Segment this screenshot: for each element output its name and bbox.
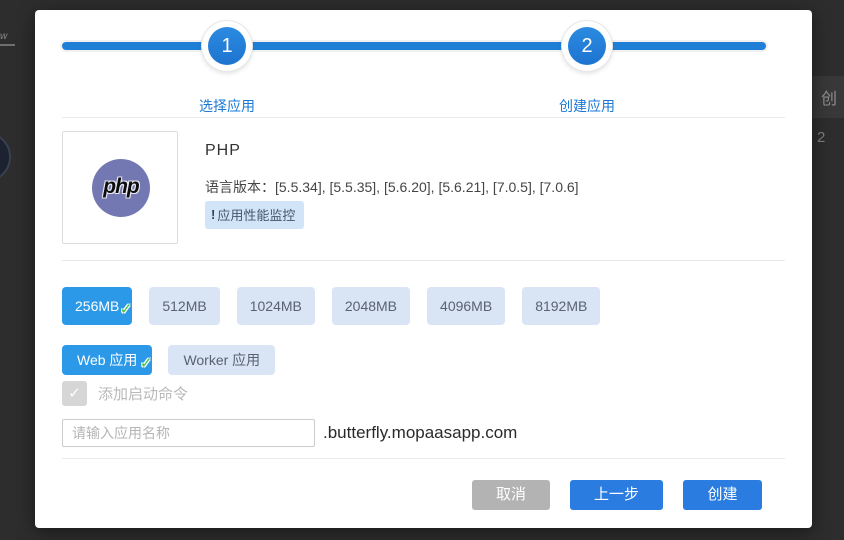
app-title: PHP	[205, 142, 241, 159]
php-logo: php	[92, 159, 150, 217]
app-type-label: Web 应用	[77, 352, 138, 368]
background-page-fragment: w	[0, 30, 15, 46]
memory-option-8192mb[interactable]: 8192MB	[522, 287, 601, 325]
background-number-fragment: 2	[817, 129, 826, 146]
step-2-circle[interactable]: 2	[561, 20, 613, 72]
background-text-fragment: 创	[821, 91, 838, 108]
previous-step-button[interactable]: 上一步	[570, 480, 663, 510]
background-logo-circle	[0, 132, 11, 182]
memory-option-512mb[interactable]: 512MB	[149, 287, 220, 325]
divider	[62, 458, 785, 459]
app-name-row: .butterfly.mopaasapp.com	[62, 419, 517, 447]
create-button[interactable]: 创建	[683, 480, 762, 510]
memory-option-2048mb[interactable]: 2048MB	[331, 287, 411, 325]
app-type-option-worker[interactable]: Worker 应用	[168, 345, 276, 375]
app-type-option-web[interactable]: Web 应用 ✓	[62, 345, 153, 375]
memory-option-label: 256MB	[75, 298, 120, 314]
step-1-number: 1	[208, 27, 246, 65]
step-2-label: 创建应用	[559, 98, 615, 114]
memory-option-label: 4096MB	[440, 298, 493, 314]
divider	[62, 117, 785, 118]
step-2-number: 2	[568, 27, 606, 65]
versions-list: [5.5.34], [5.5.35], [5.6.20], [5.6.21], …	[275, 179, 579, 195]
step-1-circle[interactable]: 1	[201, 20, 253, 72]
memory-option-label: 8192MB	[535, 298, 588, 314]
cancel-button[interactable]: 取消	[472, 480, 550, 510]
performance-monitor-tag: ! 应用性能监控	[205, 201, 305, 229]
stepper-progress-bar	[62, 42, 766, 50]
memory-option-4096mb[interactable]: 4096MB	[427, 287, 506, 325]
startup-command-label: 添加启动命令	[98, 386, 189, 403]
selected-app-card: php	[62, 131, 178, 244]
memory-option-1024mb[interactable]: 1024MB	[236, 287, 315, 325]
memory-option-label: 512MB	[162, 298, 207, 314]
check-icon: ✓	[139, 355, 153, 372]
versions-label: 语言版本：	[205, 179, 275, 195]
app-versions: 语言版本：[5.5.34], [5.5.35], [5.6.20], [5.6.…	[205, 177, 579, 197]
app-type-row: Web 应用 ✓ Worker 应用	[62, 345, 276, 375]
memory-option-label: 1024MB	[249, 298, 302, 314]
step-1-label: 选择应用	[199, 98, 255, 114]
memory-option-label: 2048MB	[344, 298, 398, 314]
divider	[62, 260, 785, 261]
startup-command-checkbox[interactable]: ✓	[62, 381, 87, 406]
performance-monitor-label: 应用性能监控	[217, 208, 296, 223]
check-icon: ✓	[119, 301, 133, 318]
performance-monitor-icon: !	[211, 207, 216, 222]
create-app-dialog: 1 2 选择应用 创建应用 php PHP 语言版本：[5.5.34], [5.…	[35, 10, 812, 528]
app-name-input[interactable]	[62, 419, 315, 447]
memory-option-row: 256MB ✓ 512MB 1024MB 2048MB 4096MB 8192M…	[62, 287, 601, 325]
domain-suffix: .butterfly.mopaasapp.com	[323, 423, 518, 442]
app-type-label: Worker 应用	[183, 352, 261, 368]
memory-option-256mb[interactable]: 256MB ✓	[62, 287, 133, 325]
startup-command-row: ✓ 添加启动命令	[62, 381, 188, 406]
